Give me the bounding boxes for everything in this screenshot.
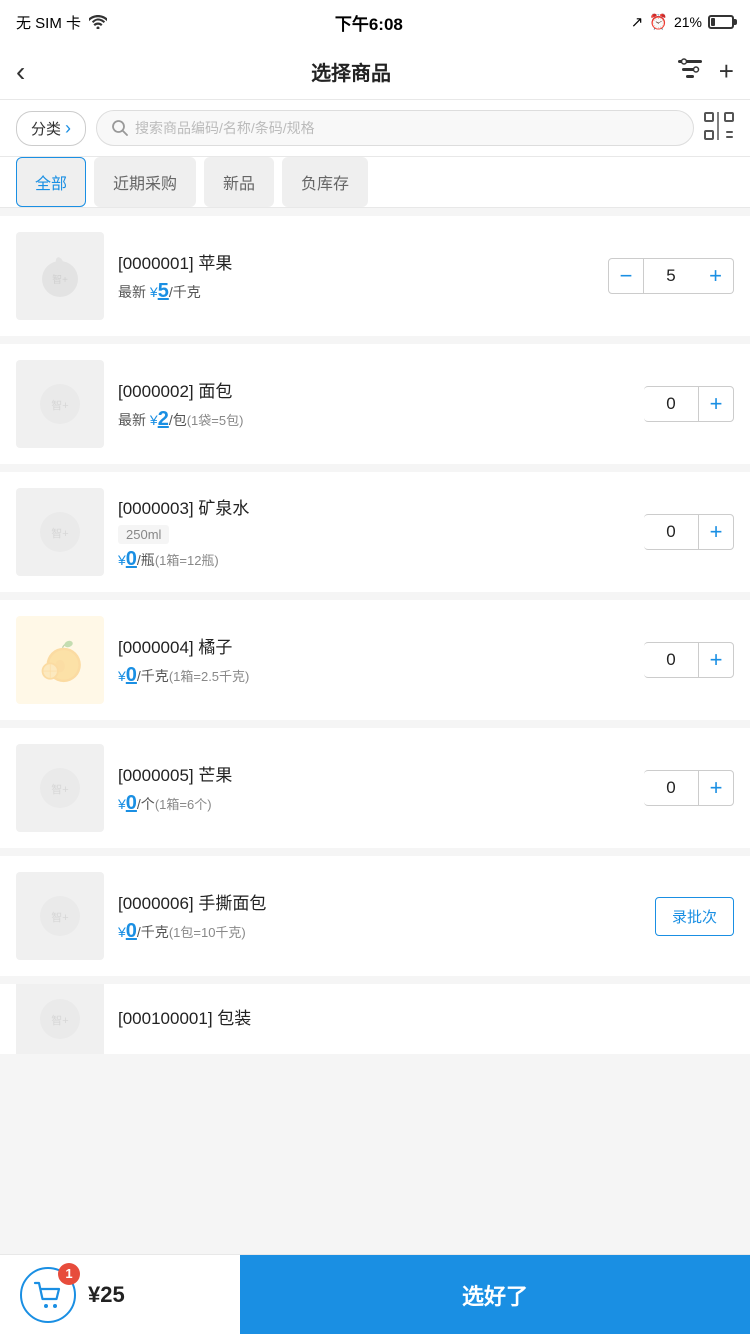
- wifi-icon: [89, 15, 107, 29]
- quantity-control: +: [644, 770, 734, 806]
- product-name: [0000003] 矿泉水: [118, 494, 630, 519]
- quantity-control: +: [644, 386, 734, 422]
- list-item: 智+ [0000001] 苹果 最新 ¥5/千克 − +: [0, 216, 750, 336]
- battery-icon: [708, 15, 734, 29]
- quantity-input[interactable]: [644, 386, 698, 422]
- tab-all[interactable]: 全部: [16, 157, 86, 207]
- svg-text:智+: 智+: [51, 526, 68, 540]
- quantity-input[interactable]: [644, 514, 698, 550]
- status-bar: 无 SIM 卡 下午6:08 ↗ ⏰ 21%: [0, 0, 750, 44]
- increase-button[interactable]: +: [698, 386, 734, 422]
- search-placeholder: 搜索商品编码/名称/条码/规格: [135, 118, 315, 138]
- batch-button[interactable]: 录批次: [655, 897, 734, 936]
- status-left: 无 SIM 卡: [16, 12, 107, 33]
- product-price: ¥0/瓶(1箱=12瓶): [118, 548, 630, 571]
- search-box[interactable]: 搜索商品编码/名称/条码/规格: [96, 110, 694, 146]
- product-price: ¥0/千克(1箱=2.5千克): [118, 664, 630, 687]
- bottom-bar: 1 ¥25 选好了: [0, 1254, 750, 1334]
- product-name: [0000004] 橘子: [118, 633, 630, 658]
- list-item: 智+ [0000002] 面包 最新 ¥2/包(1袋=5包) +: [0, 344, 750, 464]
- page-title: 选择商品: [311, 57, 391, 86]
- quantity-control: +: [644, 642, 734, 678]
- product-image: 智+: [16, 360, 104, 448]
- product-name: [0000006] 手撕面包: [118, 889, 641, 914]
- battery-percent: 21%: [674, 14, 702, 30]
- increase-button[interactable]: +: [698, 770, 734, 806]
- cart-total: ¥25: [88, 1282, 125, 1308]
- cart-icon-wrap[interactable]: 1: [20, 1267, 76, 1323]
- quantity-input[interactable]: [644, 258, 698, 294]
- status-time: 下午6:08: [335, 10, 403, 35]
- quantity-input[interactable]: [644, 642, 698, 678]
- list-item: 智+ [0000003] 矿泉水 250ml ¥0/瓶(1箱=12瓶) +: [0, 472, 750, 592]
- product-list: 智+ [0000001] 苹果 最新 ¥5/千克 − + 智+ [000000: [0, 208, 750, 1152]
- svg-text:智+: 智+: [51, 398, 68, 412]
- carrier-label: 无 SIM 卡: [16, 12, 81, 33]
- product-info: [0000001] 苹果 最新 ¥5/千克: [118, 249, 594, 303]
- category-label: 分类: [31, 118, 61, 139]
- product-info: [0000002] 面包 最新 ¥2/包(1袋=5包): [118, 377, 630, 431]
- quantity-input[interactable]: [644, 770, 698, 806]
- category-chevron: ›: [65, 118, 71, 139]
- product-name: [0000005] 芒果: [118, 761, 630, 786]
- product-image: 智+: [16, 232, 104, 320]
- back-button[interactable]: ‹: [16, 56, 25, 88]
- svg-text:智+: 智+: [51, 1013, 68, 1027]
- product-image: 智+: [16, 744, 104, 832]
- scan-button[interactable]: [704, 112, 734, 145]
- product-image: [16, 616, 104, 704]
- product-code: [0000001]: [118, 254, 194, 273]
- tab-recent[interactable]: 近期采购: [94, 157, 196, 207]
- search-icon: [111, 119, 129, 137]
- cart-area: 1 ¥25: [0, 1267, 240, 1323]
- tab-bar: 全部 近期采购 新品 负库存: [0, 157, 750, 208]
- location-icon: ↗: [631, 13, 644, 31]
- quantity-control: +: [644, 514, 734, 550]
- tab-new[interactable]: 新品: [204, 157, 274, 207]
- product-price: ¥0/个(1箱=6个): [118, 792, 630, 815]
- increase-button[interactable]: +: [698, 642, 734, 678]
- product-info: [0000006] 手撕面包 ¥0/千克(1包=10千克): [118, 889, 641, 943]
- list-item: [0000004] 橘子 ¥0/千克(1箱=2.5千克) +: [0, 600, 750, 720]
- list-item: 智+ [0000006] 手撕面包 ¥0/千克(1包=10千克) 录批次: [0, 856, 750, 976]
- status-right: ↗ ⏰ 21%: [631, 13, 734, 31]
- product-spec: 250ml: [118, 525, 169, 544]
- nav-left: ‹: [16, 56, 25, 88]
- increase-button[interactable]: +: [698, 514, 734, 550]
- alarm-icon: ⏰: [649, 13, 668, 31]
- svg-text:智+: 智+: [51, 910, 68, 924]
- decrease-button[interactable]: −: [608, 258, 644, 294]
- product-name: [0000002] 面包: [118, 377, 630, 402]
- quantity-control: − +: [608, 258, 734, 294]
- product-info: [0000004] 橘子 ¥0/千克(1箱=2.5千克): [118, 633, 630, 687]
- product-info: [0000005] 芒果 ¥0/个(1箱=6个): [118, 761, 630, 815]
- product-image: 智+: [16, 488, 104, 576]
- product-price: 最新 ¥5/千克: [118, 280, 594, 303]
- cart-icon: [33, 1281, 63, 1309]
- add-button[interactable]: +: [719, 56, 734, 87]
- product-info: [0000003] 矿泉水 250ml ¥0/瓶(1箱=12瓶): [118, 494, 630, 571]
- tab-negative[interactable]: 负库存: [282, 157, 368, 207]
- product-name: [000100001] 包装: [118, 1004, 734, 1029]
- nav-bar: ‹ 选择商品 +: [0, 44, 750, 100]
- nav-right: +: [677, 56, 734, 87]
- product-name: [0000001] 苹果: [118, 249, 594, 274]
- svg-text:智+: 智+: [52, 273, 68, 286]
- confirm-button[interactable]: 选好了: [240, 1255, 750, 1334]
- category-button[interactable]: 分类 ›: [16, 111, 86, 146]
- cart-badge: 1: [58, 1263, 80, 1285]
- list-item: 智+ [000100001] 包装: [0, 984, 750, 1054]
- product-price: 最新 ¥2/包(1袋=5包): [118, 408, 630, 431]
- filter-bar: 分类 › 搜索商品编码/名称/条码/规格: [0, 100, 750, 157]
- product-title: 苹果: [198, 254, 232, 273]
- svg-text:智+: 智+: [51, 782, 68, 796]
- product-image: 智+: [16, 984, 104, 1054]
- filter-icon[interactable]: [677, 58, 703, 86]
- product-info: [000100001] 包装: [118, 1004, 734, 1035]
- product-image: 智+: [16, 872, 104, 960]
- increase-button[interactable]: +: [698, 258, 734, 294]
- list-item: 智+ [0000005] 芒果 ¥0/个(1箱=6个) +: [0, 728, 750, 848]
- product-price: ¥0/千克(1包=10千克): [118, 920, 641, 943]
